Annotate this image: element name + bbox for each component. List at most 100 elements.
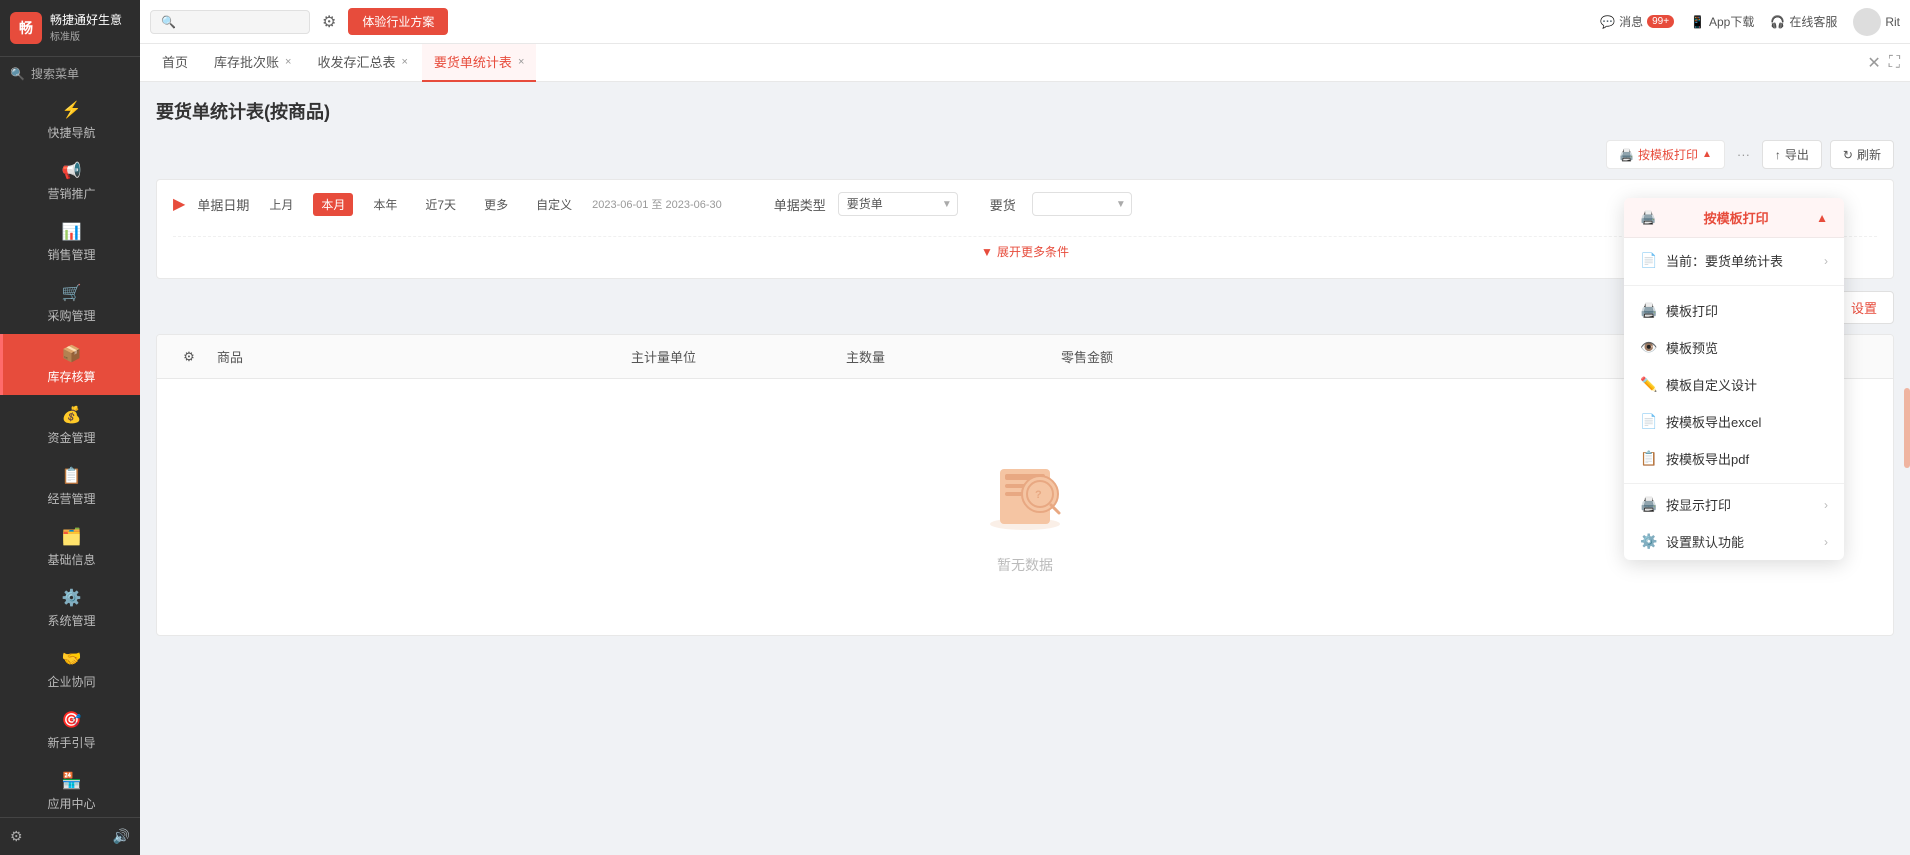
col-amount-label: 零售金额 — [1061, 347, 1113, 366]
dropdown-current-template[interactable]: 📄 当前：要货单统计表 › — [1624, 242, 1844, 279]
empty-illustration: ? — [975, 439, 1075, 539]
sidebar-item-finance[interactable]: 💰 资金管理 — [0, 395, 140, 456]
refresh-button[interactable]: ↻ 刷新 — [1830, 140, 1894, 169]
content-area: 要货单统计表(按商品) 🖨️ 按模板打印 ▲ ··· ↑ 导出 ↻ 刷新 — [140, 82, 1910, 855]
expand-arrow-icon[interactable]: ▶ — [173, 194, 185, 214]
sidebar-item-marketing[interactable]: 📢 营销推广 — [0, 151, 140, 212]
quick-nav-icon: ⚡ — [62, 100, 82, 120]
dropdown-template-preview[interactable]: 👁️ 模板预览 — [1624, 329, 1844, 366]
template-pdf-label: 按模板导出pdf — [1666, 449, 1828, 468]
main-area: 🔍 ⚙ 体验行业方案 💬 消息 99+ 📱 App下载 🎧 在线客服 Rit — [140, 0, 1910, 855]
current-month-btn[interactable]: 本月 — [313, 193, 353, 216]
dropdown-display-print[interactable]: 🖨️ 按显示打印 › — [1624, 486, 1844, 523]
search-icon: 🔍 — [10, 67, 25, 81]
topbar-gear-icon[interactable]: ⚙ — [322, 12, 336, 32]
set-default-label: 设置默认功能 — [1666, 532, 1814, 551]
trial-button[interactable]: 体验行业方案 — [348, 8, 448, 35]
sidebar-item-appstore[interactable]: 🏪 应用中心 — [0, 761, 140, 817]
sidebar-item-label: 快捷导航 — [47, 124, 95, 141]
template-excel-label: 按模板导出excel — [1666, 412, 1828, 431]
app-version: 标准版 — [50, 28, 122, 43]
tab-home[interactable]: 首页 — [150, 44, 200, 82]
scrollbar-thumb[interactable] — [1904, 388, 1910, 468]
arrow-icon: › — [1824, 254, 1828, 268]
tab-maximize-icon[interactable]: ⛶ — [1889, 54, 1900, 72]
top-bar: 🔍 ⚙ 体验行业方案 💬 消息 99+ 📱 App下载 🎧 在线客服 Rit — [140, 0, 1910, 44]
current-template-label: 当前：要货单统计表 — [1666, 251, 1814, 270]
type-select-wrapper: 要货单 ▼ — [838, 192, 958, 216]
app-download-item[interactable]: 📱 App下载 — [1690, 13, 1754, 30]
username-label: Rit — [1885, 15, 1900, 29]
order-sub-select-wrapper: ▼ — [1032, 192, 1132, 216]
sidebar-item-collab[interactable]: 🤝 企业协同 — [0, 639, 140, 700]
expand-more-btn[interactable]: ▼ 展开更多条件 — [173, 236, 1877, 266]
settings-button[interactable]: ⚙ — [10, 828, 23, 845]
arrow-icon3: › — [1824, 535, 1828, 549]
col-amount: 零售金额 — [1053, 347, 1268, 366]
app-name: 畅捷通好生意 — [50, 13, 122, 29]
appstore-icon: 🏪 — [62, 771, 82, 791]
sidebar-item-inventory[interactable]: 📦 库存核算 — [0, 334, 140, 395]
dropdown-template-pdf[interactable]: 📋 按模板导出pdf — [1624, 440, 1844, 477]
more-date-btn[interactable]: 更多 — [476, 193, 516, 216]
last7days-btn[interactable]: 近7天 — [417, 193, 464, 216]
basic-icon: 🗂️ — [62, 527, 82, 547]
sidebar-item-label: 经营管理 — [47, 490, 95, 507]
top-bar-right: 💬 消息 99+ 📱 App下载 🎧 在线客服 Rit — [1600, 8, 1900, 36]
marketing-icon: 📢 — [62, 161, 82, 181]
dropdown-template-print[interactable]: 🖨️ 模板打印 — [1624, 292, 1844, 329]
expand-down-icon: ▼ — [981, 245, 993, 259]
col-settings[interactable]: ⚙ — [169, 349, 209, 365]
message-item[interactable]: 💬 消息 99+ — [1600, 13, 1674, 30]
tab-close-icon[interactable]: ✕ — [1867, 53, 1880, 73]
export-button[interactable]: ↑ 导出 — [1762, 140, 1822, 169]
display-print-label: 按显示打印 — [1666, 495, 1814, 514]
sidebar-search[interactable]: 🔍 搜索菜单 — [0, 57, 140, 90]
col-unit-label: 主计量单位 — [631, 347, 696, 366]
empty-text: 暂无数据 — [997, 555, 1053, 575]
action-bar: 🖨️ 按模板打印 ▲ ··· ↑ 导出 ↻ 刷新 — [156, 140, 1894, 179]
sidebar-item-operation[interactable]: 📋 经营管理 — [0, 456, 140, 517]
template-print-button[interactable]: 🖨️ 按模板打印 ▲ — [1606, 140, 1725, 169]
refresh-label: 刷新 — [1857, 146, 1881, 163]
sales-icon: 📊 — [62, 222, 82, 242]
tab-home-label: 首页 — [162, 52, 188, 71]
dropdown-set-default[interactable]: ⚙️ 设置默认功能 › — [1624, 523, 1844, 560]
online-service-item[interactable]: 🎧 在线客服 — [1770, 13, 1837, 30]
prev-month-btn[interactable]: 上月 — [261, 193, 301, 216]
tab-demand-stats[interactable]: 要货单统计表 × — [422, 44, 536, 82]
dropdown-template-custom[interactable]: ✏️ 模板自定义设计 — [1624, 366, 1844, 403]
user-profile-item[interactable]: Rit — [1853, 8, 1900, 36]
tab-revenue-summary[interactable]: 收发存汇总表 × — [305, 44, 419, 82]
sidebar-nav: ⚡ 快捷导航 📢 营销推广 📊 销售管理 🛒 采购管理 📦 库存核算 💰 资金管… — [0, 90, 140, 817]
sidebar-item-system[interactable]: ⚙️ 系统管理 — [0, 578, 140, 639]
order-sub-select[interactable] — [1032, 192, 1132, 216]
purchase-icon: 🛒 — [62, 283, 82, 303]
custom-date-btn[interactable]: 自定义 — [528, 193, 580, 216]
sidebar-item-quick-nav[interactable]: ⚡ 快捷导航 — [0, 90, 140, 151]
sidebar-item-sales[interactable]: 📊 销售管理 — [0, 212, 140, 273]
inventory-icon: 📦 — [62, 344, 82, 364]
type-filter-label: 单据类型 — [774, 195, 826, 214]
more-options-dots[interactable]: ··· — [1733, 147, 1754, 162]
preview-icon: 👁️ — [1640, 339, 1656, 356]
tab-batch-ledger-close[interactable]: × — [285, 56, 291, 68]
top-search-box[interactable]: 🔍 — [150, 10, 310, 34]
sound-button[interactable]: 🔊 — [113, 828, 130, 845]
excel-icon: 📄 — [1640, 413, 1656, 430]
dropdown-close-chevron[interactable]: ▲ — [1816, 211, 1828, 225]
sidebar-item-purchase[interactable]: 🛒 采购管理 — [0, 273, 140, 334]
tab-batch-ledger[interactable]: 库存批次账 × — [202, 44, 303, 82]
sidebar-item-label: 应用中心 — [47, 795, 95, 812]
sidebar-item-guide[interactable]: 🎯 新手引导 — [0, 700, 140, 761]
tab-revenue-summary-close[interactable]: × — [401, 56, 407, 68]
search-label: 搜索菜单 — [31, 65, 79, 82]
tab-demand-stats-close[interactable]: × — [518, 56, 524, 68]
sidebar-item-basic[interactable]: 🗂️ 基础信息 — [0, 517, 140, 578]
col-goods-label: 商品 — [217, 347, 243, 366]
current-year-btn[interactable]: 本年 — [365, 193, 405, 216]
settings-gear-icon[interactable]: ⚙ — [183, 349, 195, 365]
dropdown-template-excel[interactable]: 📄 按模板导出excel — [1624, 403, 1844, 440]
app-logo: 畅 畅捷通好生意 标准版 — [0, 0, 140, 57]
type-select[interactable]: 要货单 — [838, 192, 958, 216]
